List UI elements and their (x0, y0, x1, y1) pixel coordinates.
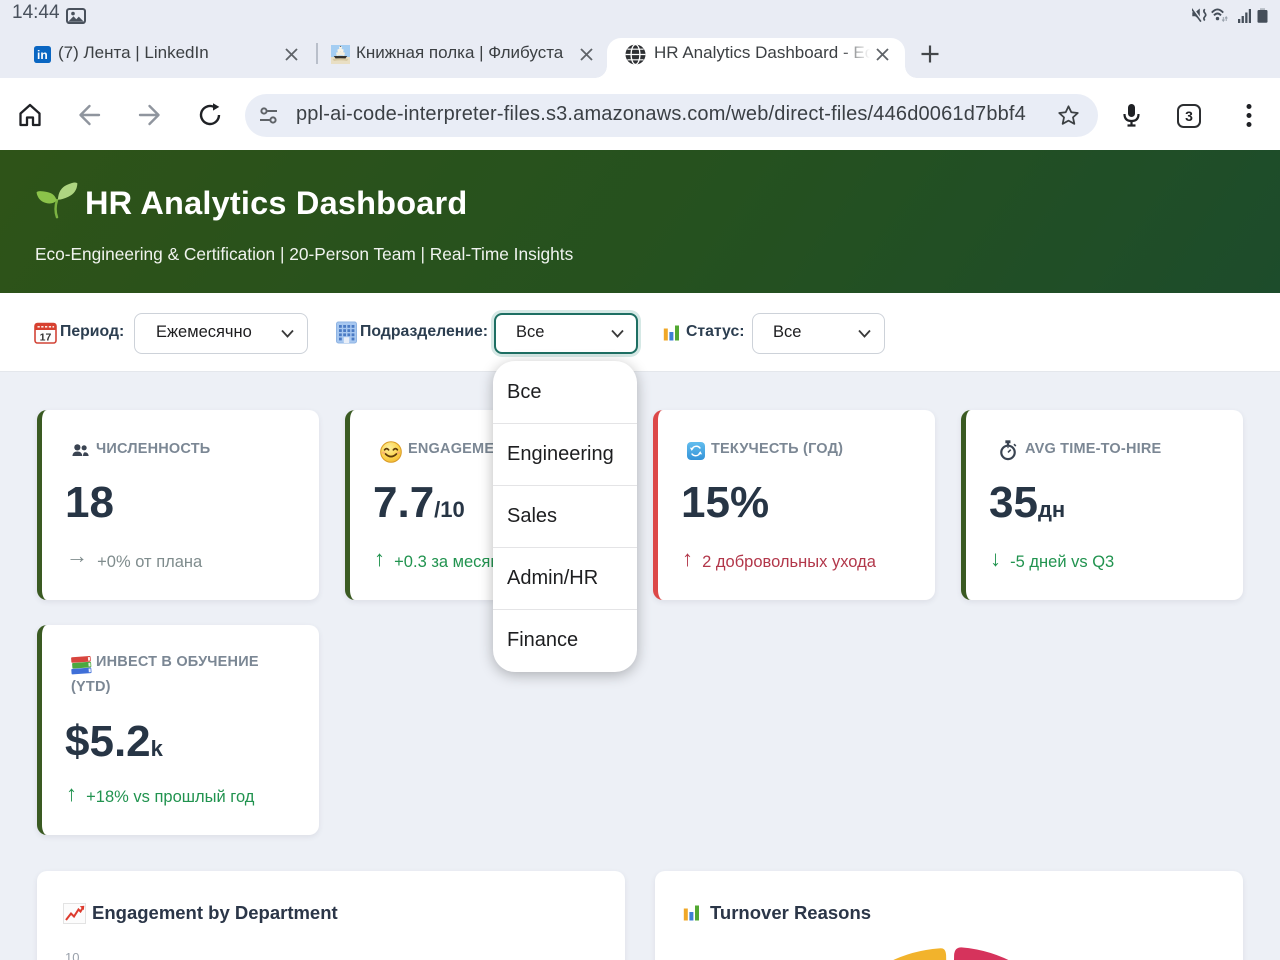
svg-text:17: 17 (40, 332, 52, 344)
svg-text:in: in (37, 48, 48, 62)
